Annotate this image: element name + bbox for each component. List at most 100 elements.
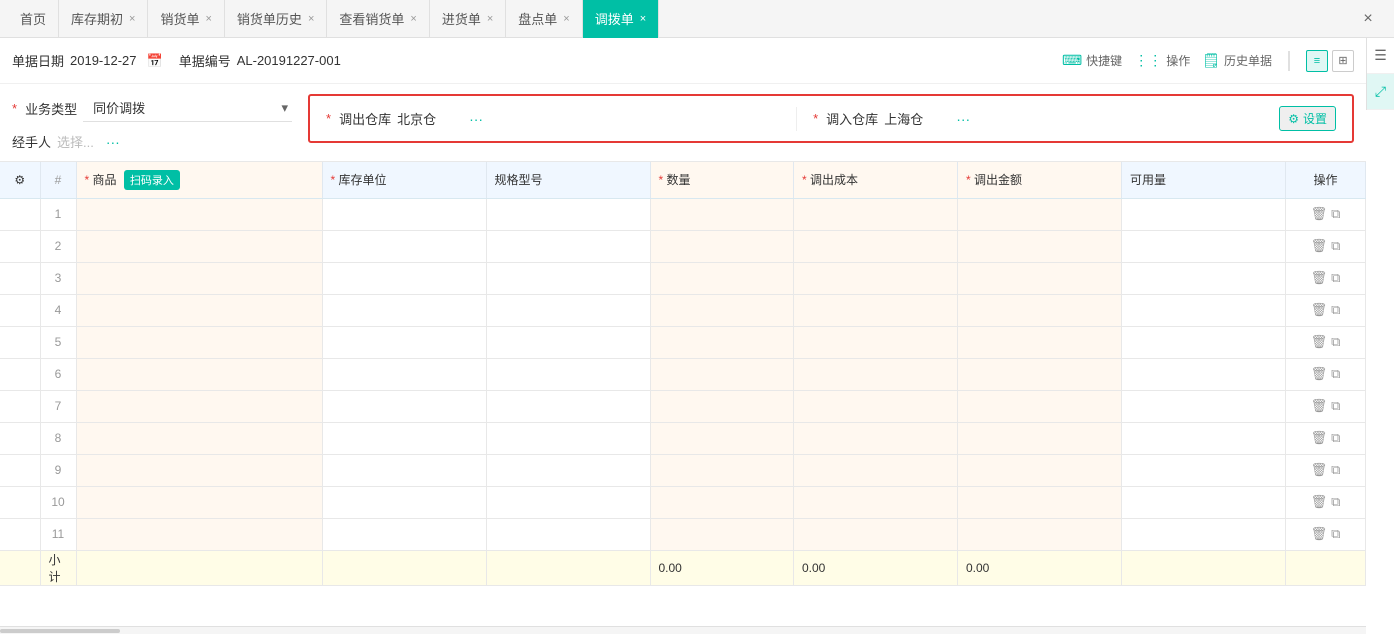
- row-cost-cell[interactable]: [794, 486, 958, 518]
- delete-row-icon[interactable]: 🗑: [1311, 462, 1328, 477]
- tab-purchase-order[interactable]: 进货单 ×: [430, 0, 506, 38]
- row-cost-cell[interactable]: [794, 390, 958, 422]
- row-qty-cell[interactable]: [650, 230, 794, 262]
- row-product-cell[interactable]: [76, 198, 322, 230]
- warehouse-in-more-button[interactable]: ···: [956, 111, 970, 127]
- row-qty-cell[interactable]: [650, 198, 794, 230]
- delete-row-icon[interactable]: 🗑: [1311, 526, 1328, 541]
- row-cost-cell[interactable]: [794, 358, 958, 390]
- delete-row-icon[interactable]: 🗑: [1311, 206, 1328, 221]
- row-cost-cell[interactable]: [794, 198, 958, 230]
- row-spec-cell[interactable]: [486, 454, 650, 486]
- delete-row-icon[interactable]: 🗑: [1311, 270, 1328, 285]
- row-product-cell[interactable]: [76, 390, 322, 422]
- copy-row-icon[interactable]: ⧉: [1331, 302, 1340, 317]
- row-product-cell[interactable]: [76, 230, 322, 262]
- row-qty-cell[interactable]: [650, 326, 794, 358]
- tab-close-inventory-check[interactable]: ×: [563, 13, 569, 25]
- operation-button[interactable]: ⋮⋮ 操作: [1134, 52, 1190, 69]
- row-qty-cell[interactable]: [650, 390, 794, 422]
- expand-icon[interactable]: ⤢: [1367, 74, 1394, 110]
- row-unit-cell[interactable]: [322, 326, 486, 358]
- row-unit-cell[interactable]: [322, 518, 486, 550]
- tab-close-inventory-init[interactable]: ×: [129, 13, 135, 25]
- tab-close-sales-history[interactable]: ×: [308, 13, 314, 25]
- row-unit-cell[interactable]: [322, 262, 486, 294]
- row-unit-cell[interactable]: [322, 454, 486, 486]
- tab-sales-history[interactable]: 销货单历史 ×: [225, 0, 327, 38]
- row-spec-cell[interactable]: [486, 230, 650, 262]
- row-unit-cell[interactable]: [322, 358, 486, 390]
- row-product-cell[interactable]: [76, 262, 322, 294]
- row-spec-cell[interactable]: [486, 390, 650, 422]
- row-qty-cell[interactable]: [650, 454, 794, 486]
- row-product-cell[interactable]: [76, 422, 322, 454]
- row-cost-cell[interactable]: [794, 326, 958, 358]
- delete-row-icon[interactable]: 🗑: [1311, 398, 1328, 413]
- date-value[interactable]: 2019-12-27: [70, 53, 137, 68]
- row-unit-cell[interactable]: [322, 230, 486, 262]
- row-spec-cell[interactable]: [486, 198, 650, 230]
- row-amount-cell[interactable]: [958, 198, 1122, 230]
- delete-row-icon[interactable]: 🗑: [1311, 334, 1328, 349]
- tab-transfer-order[interactable]: 调拨单 ×: [583, 0, 659, 38]
- history-button[interactable]: 🗒 历史单据: [1202, 52, 1272, 69]
- scan-entry-button[interactable]: 扫码录入: [124, 170, 180, 190]
- row-product-cell[interactable]: [76, 358, 322, 390]
- row-qty-cell[interactable]: [650, 294, 794, 326]
- delete-row-icon[interactable]: 🗑: [1311, 366, 1328, 381]
- row-amount-cell[interactable]: [958, 294, 1122, 326]
- row-unit-cell[interactable]: [322, 390, 486, 422]
- tab-close-view-sales[interactable]: ×: [410, 13, 416, 25]
- copy-row-icon[interactable]: ⧉: [1331, 238, 1340, 253]
- row-spec-cell[interactable]: [486, 262, 650, 294]
- copy-row-icon[interactable]: ⧉: [1331, 334, 1340, 349]
- copy-row-icon[interactable]: ⧉: [1331, 494, 1340, 509]
- row-qty-cell[interactable]: [650, 518, 794, 550]
- copy-row-icon[interactable]: ⧉: [1331, 526, 1340, 541]
- copy-row-icon[interactable]: ⧉: [1331, 366, 1340, 381]
- tab-close-purchase-order[interactable]: ×: [487, 13, 493, 25]
- row-cost-cell[interactable]: [794, 262, 958, 294]
- delete-row-icon[interactable]: 🗑: [1311, 494, 1328, 509]
- row-spec-cell[interactable]: [486, 326, 650, 358]
- row-product-cell[interactable]: [76, 294, 322, 326]
- row-amount-cell[interactable]: [958, 326, 1122, 358]
- scrollbar-thumb[interactable]: [0, 629, 120, 633]
- tab-close-transfer-order[interactable]: ×: [640, 13, 646, 25]
- copy-row-icon[interactable]: ⧉: [1331, 398, 1340, 413]
- row-cost-cell[interactable]: [794, 454, 958, 486]
- row-spec-cell[interactable]: [486, 518, 650, 550]
- row-amount-cell[interactable]: [958, 454, 1122, 486]
- row-spec-cell[interactable]: [486, 294, 650, 326]
- row-amount-cell[interactable]: [958, 358, 1122, 390]
- row-unit-cell[interactable]: [322, 198, 486, 230]
- tab-close-sales-order[interactable]: ×: [205, 13, 211, 25]
- copy-row-icon[interactable]: ⧉: [1331, 270, 1340, 285]
- row-spec-cell[interactable]: [486, 486, 650, 518]
- calendar-icon[interactable]: 📅: [147, 53, 163, 69]
- window-close-button[interactable]: ×: [1354, 5, 1382, 33]
- row-product-cell[interactable]: [76, 326, 322, 358]
- tab-inventory-check[interactable]: 盘点单 ×: [506, 0, 582, 38]
- delete-row-icon[interactable]: 🗑: [1311, 430, 1328, 445]
- list-icon[interactable]: ☰: [1367, 38, 1394, 74]
- copy-row-icon[interactable]: ⧉: [1331, 430, 1340, 445]
- row-qty-cell[interactable]: [650, 486, 794, 518]
- row-amount-cell[interactable]: [958, 518, 1122, 550]
- tab-view-sales[interactable]: 查看销货单 ×: [327, 0, 429, 38]
- row-unit-cell[interactable]: [322, 422, 486, 454]
- shortcut-button[interactable]: ⌨ 快捷键: [1062, 52, 1122, 69]
- copy-row-icon[interactable]: ⧉: [1331, 462, 1340, 477]
- list-view-button[interactable]: ≡: [1306, 50, 1328, 72]
- row-product-cell[interactable]: [76, 518, 322, 550]
- row-cost-cell[interactable]: [794, 518, 958, 550]
- row-amount-cell[interactable]: [958, 262, 1122, 294]
- delete-row-icon[interactable]: 🗑: [1311, 302, 1328, 317]
- tab-sales-order[interactable]: 销货单 ×: [148, 0, 224, 38]
- grid-view-button[interactable]: ⊞: [1332, 50, 1354, 72]
- row-amount-cell[interactable]: [958, 390, 1122, 422]
- warehouse-out-more-button[interactable]: ···: [469, 111, 483, 127]
- manager-input[interactable]: 选择...: [57, 132, 94, 151]
- row-amount-cell[interactable]: [958, 230, 1122, 262]
